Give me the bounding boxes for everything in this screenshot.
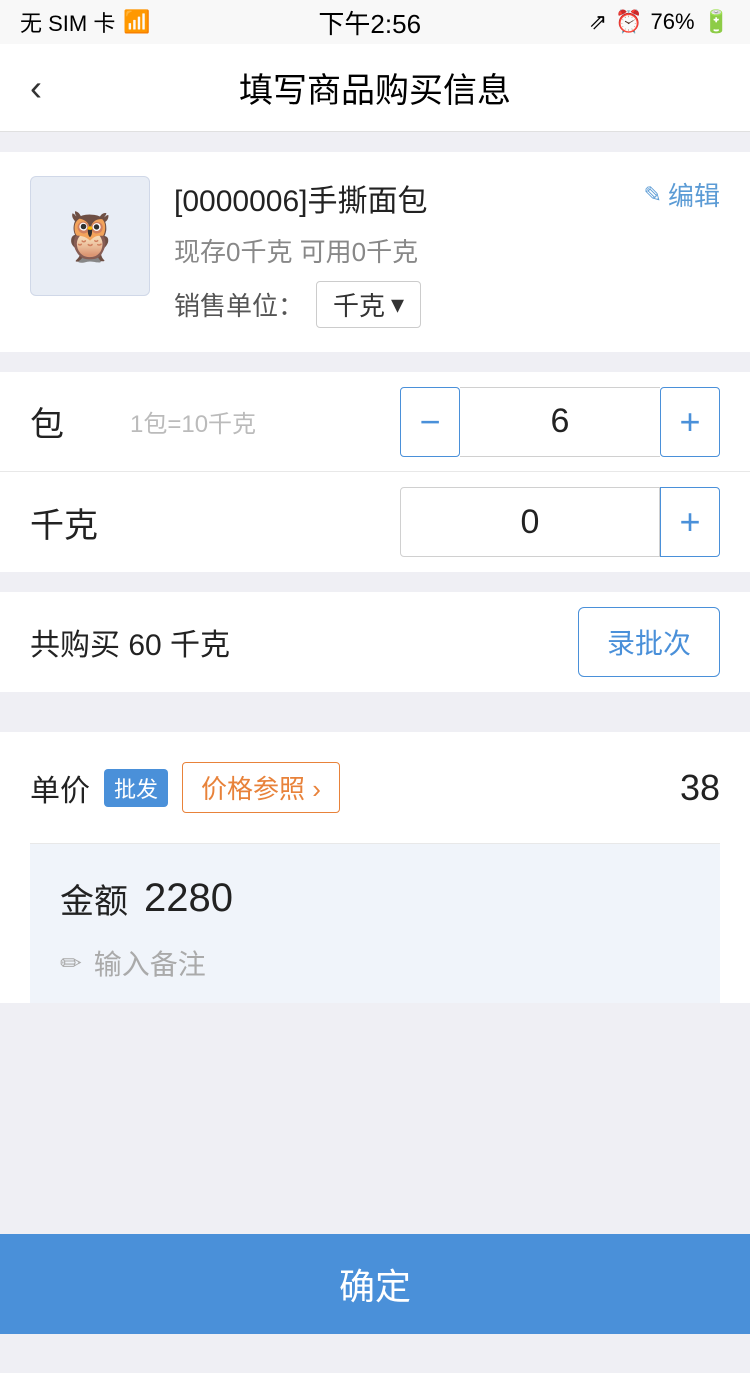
total-text: 共购买 60 千克 bbox=[30, 620, 230, 664]
battery-icon: 🔋 bbox=[703, 9, 730, 35]
package-qty-control: − + bbox=[400, 387, 720, 457]
amount-label: 金额 bbox=[60, 874, 128, 923]
amount-value: 2280 bbox=[144, 876, 233, 921]
unit-select[interactable]: 千克 ▾ bbox=[316, 281, 421, 328]
edit-icon: ✎ bbox=[644, 182, 662, 208]
back-button[interactable]: ‹ bbox=[30, 67, 42, 109]
package-hint: 1包=10千克 bbox=[130, 404, 380, 439]
product-name: [0000006]手撕面包 bbox=[174, 176, 720, 220]
package-minus-button[interactable]: − bbox=[400, 387, 460, 457]
separator-1 bbox=[0, 352, 750, 372]
pencil-icon: ✏ bbox=[60, 948, 82, 979]
product-thumbnail: 🦉 bbox=[30, 176, 150, 296]
location-icon: ⇗ bbox=[589, 9, 607, 35]
status-carrier: 无 SIM 卡 📶 bbox=[20, 6, 151, 38]
battery-level: 76% bbox=[651, 9, 695, 35]
product-stock: 现存0千克 可用0千克 bbox=[174, 232, 720, 269]
page-title: 填写商品购买信息 bbox=[239, 63, 511, 112]
unit-value: 千克 bbox=[333, 286, 385, 323]
total-section: 共购买 60 千克 录批次 bbox=[0, 592, 750, 692]
unit-label: 销售单位： bbox=[174, 286, 304, 323]
remark-row[interactable]: ✏ 输入备注 bbox=[60, 943, 690, 983]
alarm-icon: ⏰ bbox=[615, 9, 642, 35]
amount-row: 金额 2280 bbox=[60, 874, 690, 923]
kg-plus-button[interactable]: + bbox=[660, 487, 720, 557]
package-plus-button[interactable]: + bbox=[660, 387, 720, 457]
status-right: ⇗ ⏰ 76% 🔋 bbox=[589, 9, 730, 35]
product-info: [0000006]手撕面包 现存0千克 可用0千克 销售单位： 千克 ▾ bbox=[174, 176, 720, 328]
package-label: 包 bbox=[30, 397, 110, 446]
nav-bar: ‹ 填写商品购买信息 bbox=[0, 44, 750, 132]
status-time: 下午2:56 bbox=[318, 4, 421, 41]
price-section: 单价 批发 价格参照 › 38 金额 2280 ✏ 输入备注 bbox=[0, 732, 750, 1003]
price-row: 单价 批发 价格参照 › 38 bbox=[30, 762, 720, 844]
edit-label: 编辑 bbox=[668, 176, 720, 213]
kg-row: 千克 + bbox=[0, 472, 750, 572]
amount-section: 金额 2280 ✏ 输入备注 bbox=[30, 844, 720, 1003]
record-batch-button[interactable]: 录批次 bbox=[578, 607, 720, 677]
confirm-button[interactable]: 确定 bbox=[0, 1234, 750, 1334]
separator-2 bbox=[0, 692, 750, 712]
package-qty-input[interactable] bbox=[460, 387, 660, 457]
input-section: 包 1包=10千克 − + 千克 + bbox=[0, 372, 750, 572]
package-row: 包 1包=10千克 − + bbox=[0, 372, 750, 472]
status-bar: 无 SIM 卡 📶 下午2:56 ⇗ ⏰ 76% 🔋 bbox=[0, 0, 750, 44]
chevron-down-icon: ▾ bbox=[391, 289, 404, 320]
product-logo-icon: 🦉 bbox=[60, 208, 120, 265]
product-card: 🦉 [0000006]手撕面包 现存0千克 可用0千克 销售单位： 千克 ▾ ✎… bbox=[0, 152, 750, 352]
price-value: 38 bbox=[680, 767, 720, 809]
kg-label: 千克 bbox=[30, 498, 110, 547]
price-ref-button[interactable]: 价格参照 › bbox=[182, 762, 340, 813]
remark-placeholder: 输入备注 bbox=[94, 943, 206, 983]
price-label-group: 单价 批发 价格参照 › bbox=[30, 762, 340, 813]
price-label: 单价 bbox=[30, 766, 90, 810]
kg-qty-input[interactable] bbox=[400, 487, 660, 557]
wholesale-badge: 批发 bbox=[104, 769, 168, 807]
kg-qty-control: + bbox=[400, 487, 720, 557]
wifi-icon: 📶 bbox=[123, 9, 150, 35]
edit-button[interactable]: ✎ 编辑 bbox=[644, 176, 720, 213]
product-unit-row: 销售单位： 千克 ▾ bbox=[174, 281, 720, 328]
